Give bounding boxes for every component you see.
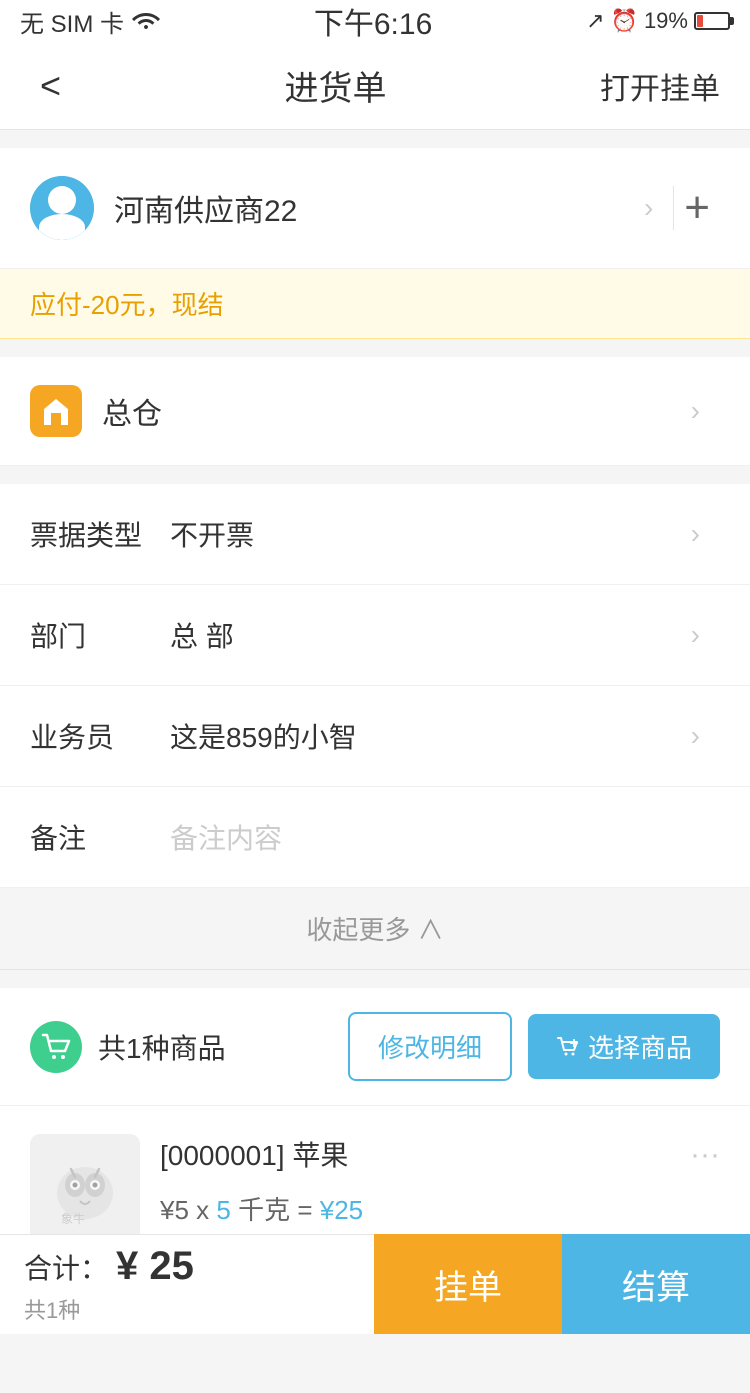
main-content: 河南供应商22 › + 应付-20元，现结 总仓 › 票据类型 不开票: [0, 130, 750, 1393]
status-left: 无 SIM 卡: [20, 4, 160, 39]
alarm-icon: ⏰: [611, 8, 638, 34]
salesperson-label: 业务员: [30, 716, 150, 756]
status-time: 下午6:16: [314, 0, 432, 43]
product-info: [0000001] 苹果 ¥5 x 5 千克 = ¥25: [160, 1134, 670, 1227]
nav-bar: < 进货单 打开挂单: [0, 42, 750, 130]
product-quantity: 5: [216, 1195, 230, 1225]
supplier-avatar: [30, 176, 94, 240]
total-sub: 共1种: [24, 1293, 350, 1325]
edit-detail-button[interactable]: 修改明细: [348, 1012, 512, 1081]
form-section: 票据类型 不开票 › 部门 总 部 › 业务员 这是859的小智 › 备注 备注…: [0, 484, 750, 888]
battery-percent: 19%: [644, 8, 688, 34]
salesperson-chevron-icon: ›: [691, 720, 700, 752]
product-header: 共1种商品 修改明细 选择商品: [0, 988, 750, 1106]
product-count-text: 共1种商品: [98, 1027, 332, 1067]
department-chevron-icon: ›: [691, 619, 700, 651]
back-button[interactable]: <: [30, 55, 71, 117]
battery-icon: [694, 12, 730, 30]
product-name: [0000001] 苹果: [160, 1134, 670, 1174]
collapse-toggle-text: 收起更多 ∧: [306, 915, 443, 945]
wifi-icon: [132, 7, 160, 36]
remark-row[interactable]: 备注 备注内容: [0, 787, 750, 888]
warehouse-row[interactable]: 总仓 ›: [0, 357, 750, 466]
remark-placeholder[interactable]: 备注内容: [170, 817, 720, 857]
department-value: 总 部: [170, 615, 691, 655]
warehouse-icon: [30, 385, 82, 437]
total-amount: 合计： ¥ 25: [24, 1244, 350, 1289]
svg-text:象牛: 象牛: [61, 1211, 85, 1226]
carrier-text: 无 SIM 卡: [20, 4, 124, 39]
supplier-name: 河南供应商22: [114, 186, 644, 230]
invoice-type-row[interactable]: 票据类型 不开票 ›: [0, 484, 750, 585]
select-product-label: 选择商品: [588, 1028, 692, 1065]
open-hang-button[interactable]: 打开挂单: [600, 64, 720, 108]
total-value: ¥ 25: [116, 1244, 194, 1289]
product-unit-price: ¥5: [160, 1195, 189, 1225]
avatar-person-icon: [30, 176, 94, 240]
bottom-bar: 合计： ¥ 25 共1种 挂单 结算: [0, 1234, 750, 1334]
total-section: 合计： ¥ 25 共1种: [0, 1234, 374, 1334]
add-supplier-button[interactable]: +: [674, 183, 720, 233]
warehouse-section: 总仓 ›: [0, 357, 750, 466]
product-code: [0000001]: [160, 1140, 285, 1171]
product-more-button[interactable]: ···: [690, 1134, 720, 1172]
divider-1: [0, 130, 750, 148]
product-total: ¥25: [320, 1195, 363, 1225]
divider-3: [0, 466, 750, 484]
supplier-section: 河南供应商22 › + 应付-20元，现结: [0, 148, 750, 339]
page-title: 进货单: [285, 61, 387, 110]
remark-label: 备注: [30, 817, 150, 857]
total-label: 合计：: [24, 1247, 108, 1287]
supplier-row[interactable]: 河南供应商22 › +: [0, 148, 750, 269]
notice-bar: 应付-20元，现结: [0, 269, 750, 339]
warehouse-chevron-icon: ›: [691, 395, 700, 427]
department-row[interactable]: 部门 总 部 ›: [0, 585, 750, 686]
product-title: 苹果: [292, 1140, 348, 1171]
notice-text: 应付-20元，现结: [30, 290, 224, 320]
status-right: ↗ ⏰ 19%: [586, 8, 730, 34]
checkout-button[interactable]: 结算: [562, 1234, 750, 1334]
warehouse-name: 总仓: [102, 389, 691, 433]
hang-button[interactable]: 挂单: [374, 1234, 562, 1334]
divider-4: [0, 970, 750, 988]
product-thumbnail: 象牛: [30, 1134, 140, 1244]
department-label: 部门: [30, 615, 150, 655]
divider-2: [0, 339, 750, 357]
product-section: 共1种商品 修改明细 选择商品: [0, 988, 750, 1273]
select-product-button[interactable]: 选择商品: [528, 1014, 720, 1079]
salesperson-row[interactable]: 业务员 这是859的小智 ›: [0, 686, 750, 787]
invoice-type-label: 票据类型: [30, 514, 150, 554]
location-icon: ↗: [586, 8, 604, 34]
product-cart-icon: [30, 1021, 82, 1073]
product-price: ¥5 x 5 千克 = ¥25: [160, 1190, 670, 1227]
chevron-right-icon: ›: [644, 192, 653, 224]
invoice-type-value: 不开票: [170, 514, 691, 554]
status-bar: 无 SIM 卡 下午6:16 ↗ ⏰ 19%: [0, 0, 750, 42]
collapse-toggle[interactable]: 收起更多 ∧: [0, 888, 750, 970]
product-unit: 千克: [238, 1195, 290, 1225]
invoice-chevron-icon: ›: [691, 518, 700, 550]
salesperson-value: 这是859的小智: [170, 716, 691, 756]
